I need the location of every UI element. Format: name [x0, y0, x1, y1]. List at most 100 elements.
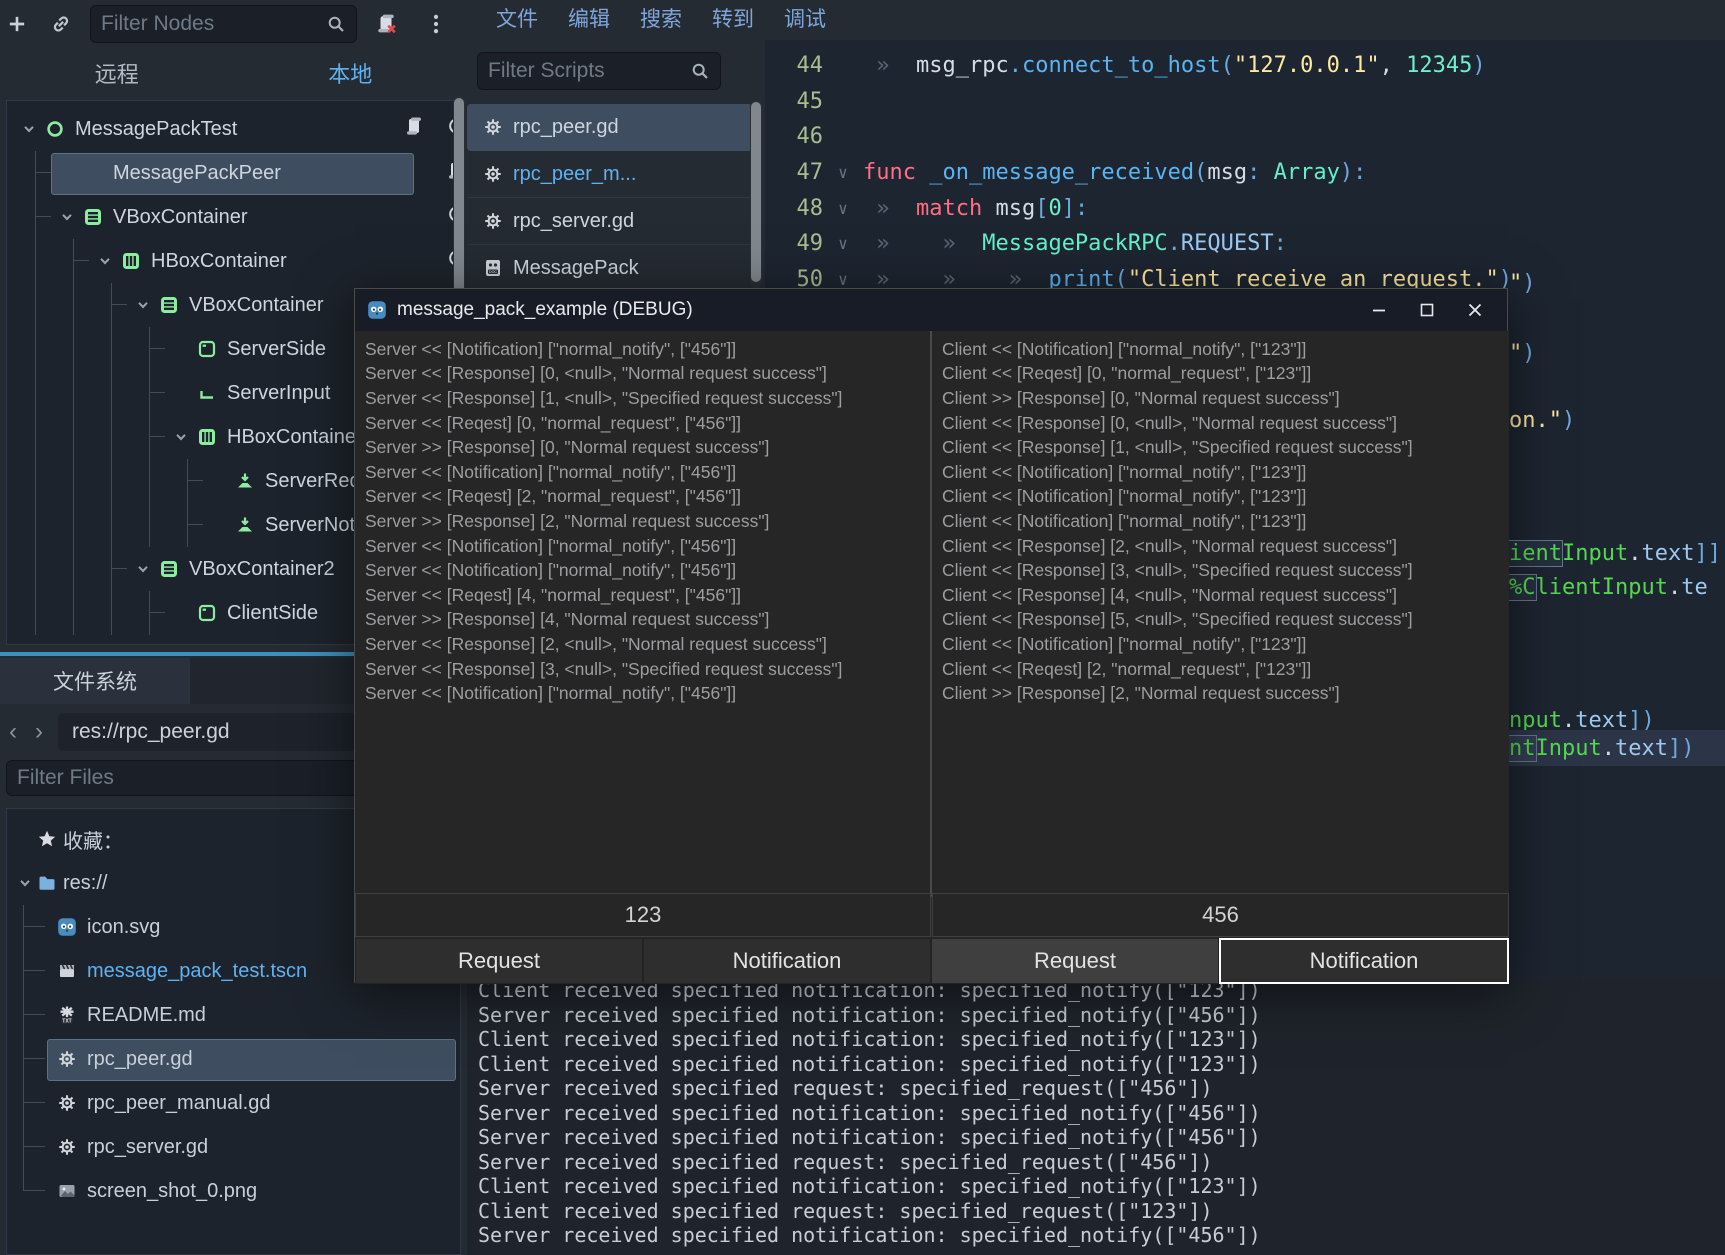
filter-nodes-input[interactable]: Filter Nodes	[90, 5, 357, 43]
expand-toggle[interactable]	[13, 875, 37, 891]
code-token: _on_message_received	[929, 160, 1195, 186]
output-line: Server received specified notification: …	[478, 1002, 1261, 1027]
server-log[interactable]: Server << [Notification] ["normal_notify…	[355, 331, 932, 897]
detach-script-icon[interactable]	[369, 7, 403, 41]
code-token: connect_to_host	[1021, 53, 1221, 79]
file-row-rpc_peer.gd[interactable]: rpc_peer.gd	[7, 1037, 460, 1081]
tab-filesystem[interactable]: 文件系统	[0, 658, 190, 704]
client-log[interactable]: Client << [Notification] ["normal_notify…	[932, 331, 1509, 897]
script-list-scrollbar[interactable]	[750, 100, 762, 288]
code-token: .	[1167, 231, 1181, 257]
tree-row-messagepacktest[interactable]: MessagePackTest	[7, 107, 460, 151]
file-name: icon.svg	[87, 915, 161, 938]
close-icon[interactable]	[1451, 289, 1499, 331]
server-input-field[interactable]: 123	[355, 893, 931, 937]
file-name: README.md	[87, 1003, 206, 1026]
code-fragment: ")	[1509, 265, 1536, 301]
script-item-rpc_peer.gd[interactable]: rpc_peer.gd	[467, 104, 753, 151]
link-icon[interactable]	[44, 7, 78, 41]
server-request-button[interactable]: Request	[355, 938, 643, 984]
code-token: ient	[1508, 539, 1563, 567]
tree-row-messagepackpeer[interactable]: MessagePackPeer	[7, 151, 460, 195]
debug-window-titlebar[interactable]: message_pack_example (DEBUG)	[355, 289, 1507, 331]
code-token: on."	[1509, 407, 1562, 433]
expand-toggle[interactable]	[131, 561, 155, 577]
maximize-icon[interactable]	[1403, 289, 1451, 331]
log-line: Server >> [Response] [0, "Normal request…	[365, 437, 770, 458]
file-row-rpc_peer_manual.gd[interactable]: rpc_peer_manual.gd	[7, 1081, 460, 1125]
script-item-rpc_server.gd[interactable]: rpc_server.gd	[467, 198, 753, 245]
code-line-47: 47 ∨ func _on_message_received(msg: Array)…	[765, 155, 1725, 191]
menu-item-5[interactable]: 调试	[769, 0, 841, 40]
code-token: :	[1247, 160, 1261, 186]
dock-splitter[interactable]	[0, 652, 385, 656]
client-request-button[interactable]: Request	[931, 938, 1219, 984]
file-name: rpc_peer.gd	[87, 1047, 193, 1070]
log-line: Client << [Notification] ["normal_notify…	[942, 486, 1307, 507]
node-name: VBoxContainer	[189, 293, 324, 316]
code-token: ,	[1379, 53, 1407, 79]
log-line: Client << [Response] [4, <null>, "Normal…	[942, 584, 1398, 605]
log-line: Client << [Response] [1, <null>, "Specif…	[942, 437, 1413, 458]
back-icon[interactable]: ‹	[0, 718, 26, 746]
expand-toggle[interactable]	[55, 209, 79, 225]
node-type-icon	[197, 603, 217, 623]
fold-chevron: ∨	[838, 269, 848, 289]
forward-icon[interactable]: ›	[26, 718, 52, 746]
code-fragment: ient Input. text]]	[1508, 535, 1721, 571]
scene-tabs: 远程 本地	[0, 48, 467, 98]
code-token: .	[1561, 707, 1576, 733]
minimize-icon[interactable]	[1355, 289, 1403, 331]
code-token: .	[1667, 574, 1682, 600]
menu-dots-icon	[432, 13, 440, 35]
search-icon	[326, 14, 346, 34]
root-folder-label: res://	[63, 871, 108, 894]
minimize-icon	[1370, 301, 1388, 319]
node-name: VBoxContainer2	[189, 557, 335, 580]
filter-scripts-input[interactable]: Filter Scripts	[477, 52, 721, 90]
chevron-down-icon	[59, 209, 75, 225]
script-list: rpc_peer.gd rpc_peer_m... rpc_server.gd DOC…	[467, 104, 753, 292]
file-row-README.md[interactable]: TXT README.md	[7, 993, 460, 1037]
node-type-icon	[45, 119, 65, 139]
log-line: Server >> [Response] [4, "Normal request…	[365, 609, 770, 630]
client-notification-button[interactable]: Notification	[1219, 938, 1509, 984]
code-token: nput	[1509, 707, 1562, 733]
code-token: te	[1681, 574, 1708, 600]
link-icon	[50, 13, 72, 35]
server-notification-button[interactable]: Notification	[643, 938, 931, 984]
file-row-screen_shot_0.png[interactable]: screen_shot_0.png	[7, 1169, 460, 1213]
fold-chevron: ∨	[838, 163, 848, 183]
menu-dots-icon[interactable]	[419, 7, 453, 41]
output-line: Server received specified request: speci…	[478, 1076, 1213, 1101]
tab-remote[interactable]: 远程	[0, 48, 234, 98]
code-line-46: 46	[765, 119, 1725, 155]
tree-row-hboxcontainer[interactable]: HBoxContainer	[7, 239, 460, 283]
maximize-icon	[1418, 301, 1436, 319]
expand-toggle[interactable]	[93, 253, 117, 269]
code-fragment: %C lientInput. te	[1508, 569, 1708, 605]
menu-item-3[interactable]: 搜索	[625, 0, 697, 40]
script-badge[interactable]	[405, 116, 423, 142]
log-line: Client << [Notification] ["normal_notify…	[942, 633, 1307, 654]
line-number: 46	[796, 124, 824, 150]
expand-toggle[interactable]	[131, 297, 155, 313]
add-icon	[6, 13, 28, 35]
menu-item-1[interactable]: 文件	[481, 0, 553, 40]
script-item-rpc_peer_m...[interactable]: rpc_peer_m...	[467, 151, 753, 198]
expand-toggle[interactable]	[169, 429, 193, 445]
expand-toggle[interactable]	[17, 121, 41, 137]
menu-item-4[interactable]: 转到	[697, 0, 769, 40]
tab-local[interactable]: 本地	[234, 48, 468, 98]
menu-item-2[interactable]: 编辑	[553, 0, 625, 40]
log-line: Server << [Notification] ["normal_notify…	[365, 683, 737, 704]
log-line: Server << [Response] [2, <null>, "Normal…	[365, 633, 827, 654]
client-input-field[interactable]: 456	[932, 893, 1509, 937]
file-row-rpc_server.gd[interactable]: rpc_server.gd	[7, 1125, 460, 1169]
code-token: )	[1522, 270, 1536, 296]
script-item-MessagePack[interactable]: DOC MessagePack	[467, 245, 753, 292]
add-node-button[interactable]	[0, 7, 34, 41]
tree-row-vboxcontainer[interactable]: VBoxContainer	[7, 195, 460, 239]
